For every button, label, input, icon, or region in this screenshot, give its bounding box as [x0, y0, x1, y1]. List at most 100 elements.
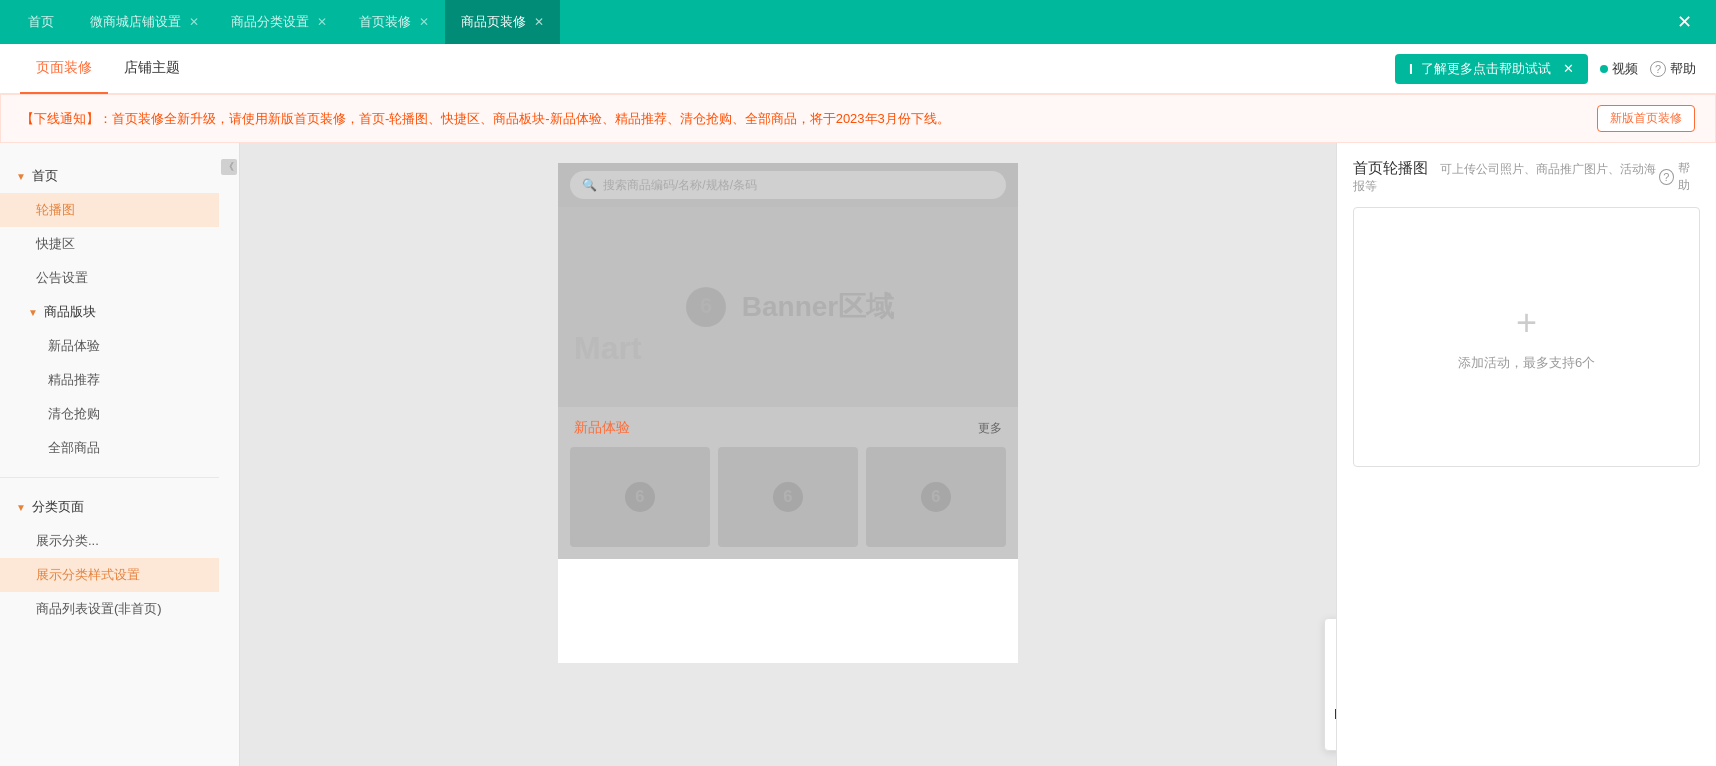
sidebar-group-category[interactable]: ▼ 分类页面: [0, 490, 219, 524]
svg-rect-8: [1335, 629, 1336, 709]
sidebar-item-product-list[interactable]: 商品列表设置(非首页): [0, 592, 219, 626]
help-link[interactable]: ? 帮助: [1650, 60, 1696, 78]
help-circle-icon: ?: [1650, 61, 1666, 77]
sidebar-group-homepage[interactable]: ▼ 首页: [0, 159, 219, 193]
preview-products-section: 新品体验 更多 6 6: [558, 407, 1018, 559]
product-item-2[interactable]: 6: [718, 447, 858, 547]
sidebar-featured-label: 精品推荐: [48, 372, 100, 387]
tab-product-decor[interactable]: 商品页装修 ✕: [445, 0, 560, 44]
product-block-arrow-icon: ▼: [28, 307, 38, 318]
add-icon: +: [1516, 302, 1537, 344]
sidebar-new-experience-label: 新品体验: [48, 338, 100, 353]
preview-area: 🔍 搜索商品编码/名称/规格/条码 6 Banner区域 Mart: [240, 143, 1336, 766]
tab-product-decor-label: 商品页装修: [461, 13, 526, 31]
main-layout: ▼ 首页 轮播图 快捷区 公告设置 ▼ 商品版块: [0, 143, 1716, 766]
video-dot-icon: [1600, 65, 1608, 73]
add-banner-area[interactable]: + 添加活动，最多支持6个: [1353, 207, 1700, 467]
tab-homepage-decor-close[interactable]: ✕: [419, 15, 429, 29]
phone-preview: 🔍 搜索商品编码/名称/规格/条码 6 Banner区域 Mart: [558, 163, 1018, 663]
category-arrow-icon: ▼: [16, 502, 26, 513]
help-banner-icon: I: [1409, 61, 1413, 77]
help-link-label: 帮助: [1670, 60, 1696, 78]
product-item-1[interactable]: 6: [570, 447, 710, 547]
help-banner-close[interactable]: ✕: [1563, 61, 1574, 76]
sidebar-item-clearance[interactable]: 清仓抢购: [0, 397, 219, 431]
svg-text:6: 6: [783, 487, 792, 506]
tab-product-category-close[interactable]: ✕: [317, 15, 327, 29]
sidebar-group-product-block[interactable]: ▼ 商品版块: [0, 295, 219, 329]
sidebar-homepage-title: 首页: [32, 167, 58, 185]
sidebar-item-show-category[interactable]: 展示分类...: [0, 524, 219, 558]
sidebar-section-homepage: ▼ 首页 轮播图 快捷区 公告设置 ▼ 商品版块: [0, 151, 219, 473]
product-item-3[interactable]: 6: [866, 447, 1006, 547]
svg-text:6: 6: [635, 487, 644, 506]
sidebar-item-shortcut[interactable]: 快捷区: [0, 227, 219, 261]
help-banner-text: 了解更多点击帮助试试: [1421, 60, 1551, 78]
sidebar-item-all-products[interactable]: 全部商品: [0, 431, 219, 465]
nav-shop-theme[interactable]: 店铺主题: [108, 44, 196, 94]
preview-banner-logo-icon: 6: [682, 283, 730, 331]
sidebar-clearance-label: 清仓抢购: [48, 406, 100, 421]
tab-bar-close-all[interactable]: ✕: [1661, 11, 1708, 33]
tab-wechat-shop[interactable]: 微商城店铺设置 ✕: [74, 0, 215, 44]
nav-page-decor[interactable]: 页面装修: [20, 44, 108, 94]
help-banner[interactable]: I 了解更多点击帮助试试 ✕: [1395, 54, 1588, 84]
preview-banner[interactable]: 6 Banner区域 Mart: [558, 207, 1018, 407]
sidebar-all-products-label: 全部商品: [48, 440, 100, 455]
sidebar-show-category-label: 展示分类...: [36, 533, 99, 548]
sidebar-collapse-button[interactable]: 《: [219, 151, 239, 175]
sidebar-item-featured[interactable]: 精品推荐: [0, 363, 219, 397]
video-link-label: 视频: [1612, 60, 1638, 78]
sidebar-product-list-label: 商品列表设置(非首页): [36, 601, 162, 616]
notice-bar: 【下线通知】：首页装修全新升级，请使用新版首页装修，首页-轮播图、快捷区、商品板…: [0, 94, 1716, 143]
homepage-arrow-icon: ▼: [16, 171, 26, 182]
tab-home[interactable]: 首页: [8, 0, 74, 44]
preview-search-bar: 🔍 搜索商品编码/名称/规格/条码: [558, 163, 1018, 207]
products-title: 新品体验: [574, 419, 630, 437]
sidebar: ▼ 首页 轮播图 快捷区 公告设置 ▼ 商品版块: [0, 143, 240, 766]
notice-text: 【下线通知】：首页装修全新升级，请使用新版首页装修，首页-轮播图、快捷区、商品板…: [21, 110, 1585, 128]
products-header: 新品体验 更多: [570, 419, 1006, 447]
right-panel-title-group: 首页轮播图 可上传公司照片、商品推广图片、活动海报等: [1353, 159, 1659, 195]
preview-search-input[interactable]: 🔍 搜索商品编码/名称/规格/条码: [570, 171, 1006, 199]
preview-banner-label: Banner区域: [742, 288, 894, 326]
tab-homepage-decor[interactable]: 首页装修 ✕: [343, 0, 445, 44]
nav-right: I 了解更多点击帮助试试 ✕ 视频 ? 帮助: [1395, 54, 1696, 84]
tab-wechat-shop-close[interactable]: ✕: [189, 15, 199, 29]
sidebar-item-notice[interactable]: 公告设置: [0, 261, 219, 295]
right-panel-help-label: 帮助: [1678, 160, 1700, 194]
sidebar-category-title: 分类页面: [32, 498, 84, 516]
tab-product-category-label: 商品分类设置: [231, 13, 309, 31]
sidebar-shortcut-label: 快捷区: [36, 236, 75, 251]
secondary-nav: 页面装修 店铺主题 I 了解更多点击帮助试试 ✕ 视频 ? 帮助: [0, 44, 1716, 94]
preview-banner-content: 6 Banner区域: [682, 283, 894, 331]
video-link[interactable]: 视频: [1600, 60, 1638, 78]
tab-wechat-shop-label: 微商城店铺设置: [90, 13, 181, 31]
search-icon: 🔍: [582, 178, 597, 192]
help-circle-icon-right: ?: [1659, 169, 1674, 185]
tab-product-category[interactable]: 商品分类设置 ✕: [215, 0, 343, 44]
svg-text:6: 6: [700, 293, 712, 318]
sidebar-section-category: ▼ 分类页面 展示分类... 展示分类样式设置 商品列表设置(非首页): [0, 482, 219, 634]
sidebar-item-category-style[interactable]: 展示分类样式设置: [0, 558, 219, 592]
right-panel: 首页轮播图 可上传公司照片、商品推广图片、活动海报等 ? 帮助 + 添加活动，最…: [1336, 143, 1716, 766]
right-panel-header: 首页轮播图 可上传公司照片、商品推广图片、活动海报等 ? 帮助: [1353, 159, 1700, 195]
new-homepage-decor-button[interactable]: 新版首页装修: [1597, 105, 1695, 132]
sidebar-banner-label: 轮播图: [36, 202, 75, 217]
sidebar-category-style-label: 展示分类样式设置: [36, 567, 140, 582]
products-more: 更多: [978, 420, 1002, 437]
tab-product-decor-close[interactable]: ✕: [534, 15, 544, 29]
sidebar-item-banner[interactable]: 轮播图: [0, 193, 219, 227]
sidebar-divider: [0, 477, 219, 478]
qr-overlay: 扫码预览效果: [1324, 618, 1336, 751]
tab-home-label: 首页: [28, 13, 54, 31]
sidebar-notice-label: 公告设置: [36, 270, 88, 285]
mart-watermark: Mart: [574, 330, 642, 367]
right-panel-help-button[interactable]: ? 帮助: [1659, 160, 1700, 194]
tab-homepage-decor-label: 首页装修: [359, 13, 411, 31]
products-grid: 6 6 6: [570, 447, 1006, 547]
sidebar-item-new-experience[interactable]: 新品体验: [0, 329, 219, 363]
sidebar-product-block-title: 商品版块: [44, 303, 96, 321]
right-panel-title: 首页轮播图: [1353, 159, 1428, 176]
preview-search-placeholder: 搜索商品编码/名称/规格/条码: [603, 177, 757, 194]
